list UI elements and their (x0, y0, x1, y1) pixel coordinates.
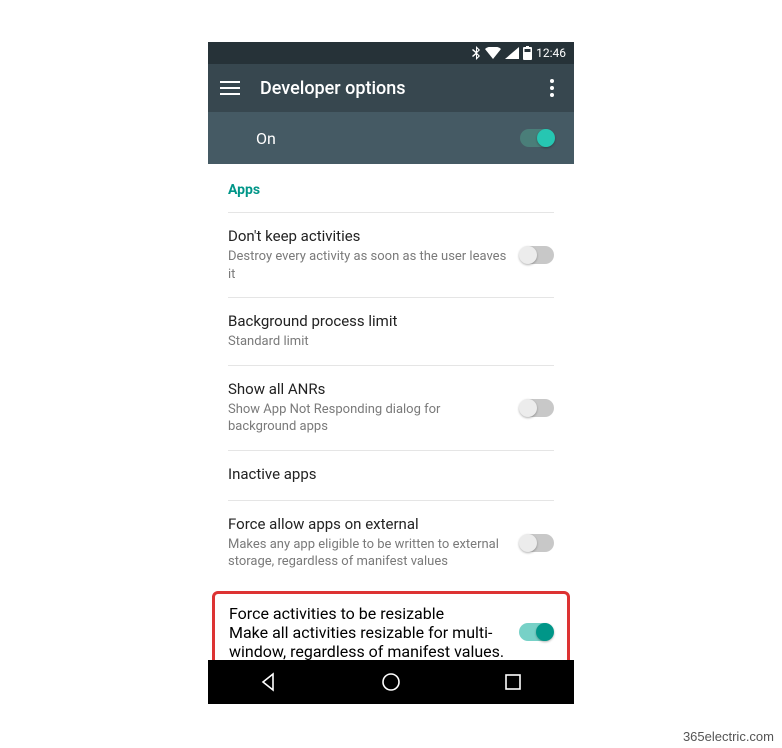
nav-back-icon[interactable] (255, 668, 283, 696)
item-title: Background process limit (228, 312, 554, 330)
phone-frame: 12:46 Developer options On Apps Don't ke… (208, 42, 574, 704)
clock: 12:46 (536, 46, 566, 60)
item-title: Force activities to be resizable (229, 604, 509, 623)
item-title: Don't keep activities (228, 227, 510, 245)
toggle-force-allow-external[interactable] (520, 534, 554, 552)
item-background-process-limit[interactable]: Background process limit Standard limit (228, 297, 554, 365)
item-inactive-apps[interactable]: Inactive apps (228, 450, 554, 500)
item-subtitle: Standard limit (228, 333, 554, 351)
item-title: Force allow apps on external (228, 515, 510, 533)
item-subtitle: Make all activities resizable for multi-… (229, 623, 509, 660)
settings-content: Apps Don't keep activities Destroy every… (208, 164, 574, 660)
app-toolbar: Developer options (208, 64, 574, 112)
item-title: Show all ANRs (228, 380, 510, 398)
item-force-allow-external[interactable]: Force allow apps on external Makes any a… (228, 500, 554, 585)
item-subtitle: Show App Not Responding dialog for backg… (228, 401, 510, 436)
item-dont-keep-activities[interactable]: Don't keep activities Destroy every acti… (228, 212, 554, 297)
nav-recent-icon[interactable] (499, 668, 527, 696)
master-toggle-switch[interactable] (520, 129, 554, 147)
item-subtitle: Makes any app eligible to be written to … (228, 536, 510, 571)
master-toggle-row[interactable]: On (208, 112, 574, 164)
bluetooth-icon (471, 46, 481, 60)
android-nav-bar (208, 660, 574, 704)
toggle-force-resizable[interactable] (519, 623, 553, 641)
item-title: Inactive apps (228, 465, 554, 483)
cellular-icon (505, 47, 519, 59)
toggle-show-all-anrs[interactable] (520, 399, 554, 417)
page-title: Developer options (260, 78, 522, 99)
wifi-icon (485, 47, 501, 59)
overflow-menu-icon[interactable] (540, 76, 564, 100)
status-bar: 12:46 (208, 42, 574, 64)
item-subtitle: Destroy every activity as soon as the us… (228, 248, 510, 283)
battery-icon (523, 46, 532, 60)
toggle-dont-keep-activities[interactable] (520, 246, 554, 264)
nav-home-icon[interactable] (377, 668, 405, 696)
hamburger-menu-icon[interactable] (218, 76, 242, 100)
watermark-text: 365electric.com (683, 729, 774, 744)
apps-section-header: Apps (228, 164, 554, 212)
master-toggle-label: On (256, 129, 520, 148)
item-show-all-anrs[interactable]: Show all ANRs Show App Not Responding di… (228, 365, 554, 450)
item-force-resizable-highlighted[interactable]: Force activities to be resizable Make al… (212, 591, 570, 660)
